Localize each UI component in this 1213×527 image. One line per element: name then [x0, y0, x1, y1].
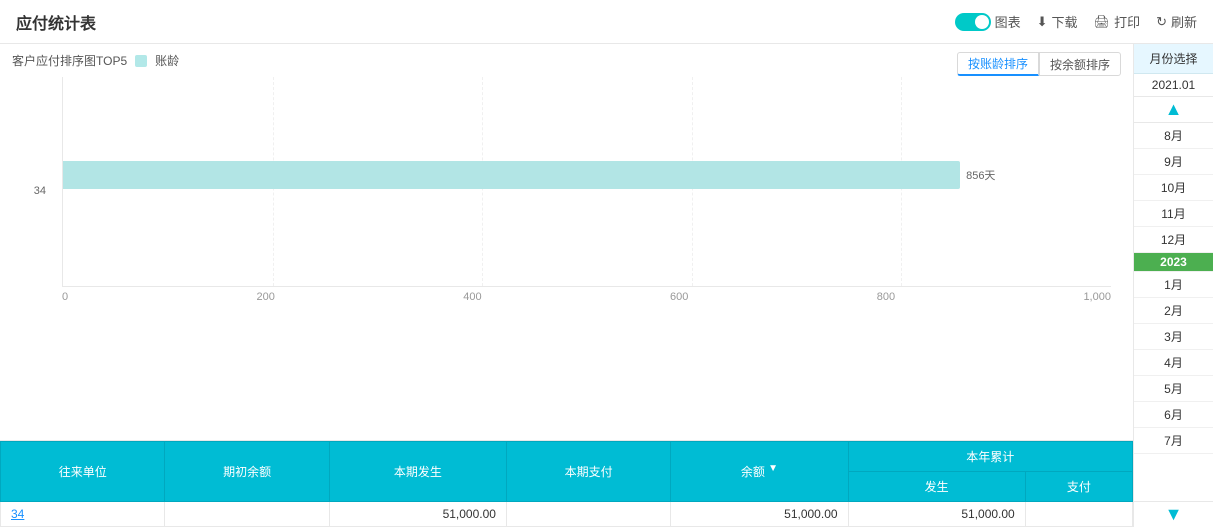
toggle-label: 图表	[995, 12, 1021, 31]
sidebar-date: 2021.01	[1134, 74, 1213, 97]
table-section: 往来单位 期初余额 本期发生 本期支付 余额 ▼ 本年累计 发生	[0, 440, 1133, 527]
cell-ytd-occur: 51,000.00	[848, 502, 1025, 527]
balance-icon: ▼	[768, 463, 778, 474]
chart-section: 客户应付排序图TOP5 账龄 按账龄排序 按余额排序 34	[0, 44, 1133, 440]
sort-by-balance-button[interactable]: 按账龄排序	[957, 52, 1039, 76]
month-item-1[interactable]: 1月	[1134, 272, 1213, 298]
sort-by-amount-button[interactable]: 按余额排序	[1039, 52, 1121, 76]
month-item-3[interactable]: 3月	[1134, 324, 1213, 350]
x-label-1000: 1,000	[1083, 291, 1111, 303]
x-label-600: 600	[670, 291, 688, 303]
month-item-7[interactable]: 7月	[1134, 428, 1213, 454]
cell-balance: 51,000.00	[671, 502, 848, 527]
refresh-label: 刷新	[1171, 12, 1197, 31]
header-actions: 图表 ⬇ 下载 🖨 打印 ↻ 刷新	[955, 12, 1197, 31]
month-item-2[interactable]: 2月	[1134, 298, 1213, 324]
sidebar-months: 8月 9月 10月 11月 12月 2023 1月 2月 3月 4月 5月 6月…	[1134, 123, 1213, 501]
x-axis-labels: 0 200 400 600 800 1,000	[62, 287, 1111, 317]
print-icon: 🖨	[1094, 14, 1111, 30]
y-axis-label-34: 34	[12, 185, 52, 197]
cell-unit[interactable]: 34	[1, 502, 165, 527]
sort-buttons: 按账龄排序 按余额排序	[957, 52, 1121, 76]
month-nav-down[interactable]: ▼	[1134, 501, 1213, 527]
cell-current-occur: 51,000.00	[329, 502, 506, 527]
download-button[interactable]: ⬇ 下载	[1037, 12, 1078, 31]
month-item-11[interactable]: 11月	[1134, 201, 1213, 227]
print-label: 打印	[1114, 12, 1140, 31]
th-ytd-group: 本年累计	[848, 442, 1132, 472]
sidebar-header: 月份选择	[1134, 44, 1213, 74]
cell-current-pay	[506, 502, 670, 527]
bar-fill-34	[63, 161, 960, 189]
print-button[interactable]: 🖨 打印	[1094, 12, 1141, 31]
x-label-400: 400	[463, 291, 481, 303]
year-marker-2023: 2023	[1134, 253, 1213, 272]
month-item-8[interactable]: 8月	[1134, 123, 1213, 149]
chart-legend: 客户应付排序图TOP5 账龄	[12, 52, 179, 69]
cell-opening	[165, 502, 329, 527]
toggle-switch[interactable]	[955, 13, 991, 31]
legend-label: 客户应付排序图TOP5	[12, 52, 127, 69]
sidebar-right: 月份选择 2021.01 ▲ 8月 9月 10月 11月 12月 2023 1月…	[1133, 44, 1213, 527]
month-item-6[interactable]: 6月	[1134, 402, 1213, 428]
month-item-5[interactable]: 5月	[1134, 376, 1213, 402]
app-header: 应付统计表 图表 ⬇ 下载 🖨 打印 ↻ 刷新	[0, 0, 1213, 44]
table-row: 34 51,000.00 51,000.00 51,000.00	[1, 502, 1133, 527]
content-area: 客户应付排序图TOP5 账龄 按账龄排序 按余额排序 34	[0, 44, 1133, 527]
page-title: 应付统计表	[16, 10, 96, 34]
th-unit: 往来单位	[1, 442, 165, 502]
th-current-pay: 本期支付	[506, 442, 670, 502]
x-label-800: 800	[877, 291, 895, 303]
month-item-12[interactable]: 12月	[1134, 227, 1213, 253]
refresh-button[interactable]: ↻ 刷新	[1156, 12, 1197, 31]
th-current-occur: 本期发生	[329, 442, 506, 502]
chart-area: 34 856天	[12, 77, 1121, 317]
legend-dot	[135, 55, 147, 67]
data-table: 往来单位 期初余额 本期发生 本期支付 余额 ▼ 本年累计 发生	[0, 441, 1133, 527]
refresh-icon: ↻	[1156, 14, 1167, 30]
chart-plot: 856天	[62, 77, 1111, 287]
bar-value-34: 856天	[966, 167, 995, 183]
month-item-4[interactable]: 4月	[1134, 350, 1213, 376]
download-label: 下载	[1052, 12, 1078, 31]
main-area: 客户应付排序图TOP5 账龄 按账龄排序 按余额排序 34	[0, 44, 1213, 527]
th-balance: 余额 ▼	[671, 442, 848, 502]
th-opening: 期初余额	[165, 442, 329, 502]
download-icon: ⬇	[1037, 14, 1048, 30]
x-label-0: 0	[62, 291, 68, 303]
bar-chart: 34 856天	[12, 77, 1121, 317]
cell-ytd-pay	[1025, 502, 1132, 527]
bar-row-34: 856天	[63, 161, 1111, 189]
x-label-200: 200	[257, 291, 275, 303]
month-item-9[interactable]: 9月	[1134, 149, 1213, 175]
th-ytd-occur: 发生	[848, 472, 1025, 502]
toggle-slider	[955, 13, 991, 31]
month-nav-up[interactable]: ▲	[1134, 97, 1213, 123]
month-item-10[interactable]: 10月	[1134, 175, 1213, 201]
chart-toggle[interactable]: 图表	[955, 12, 1021, 31]
legend-item: 账龄	[155, 52, 179, 69]
th-ytd-pay: 支付	[1025, 472, 1132, 502]
